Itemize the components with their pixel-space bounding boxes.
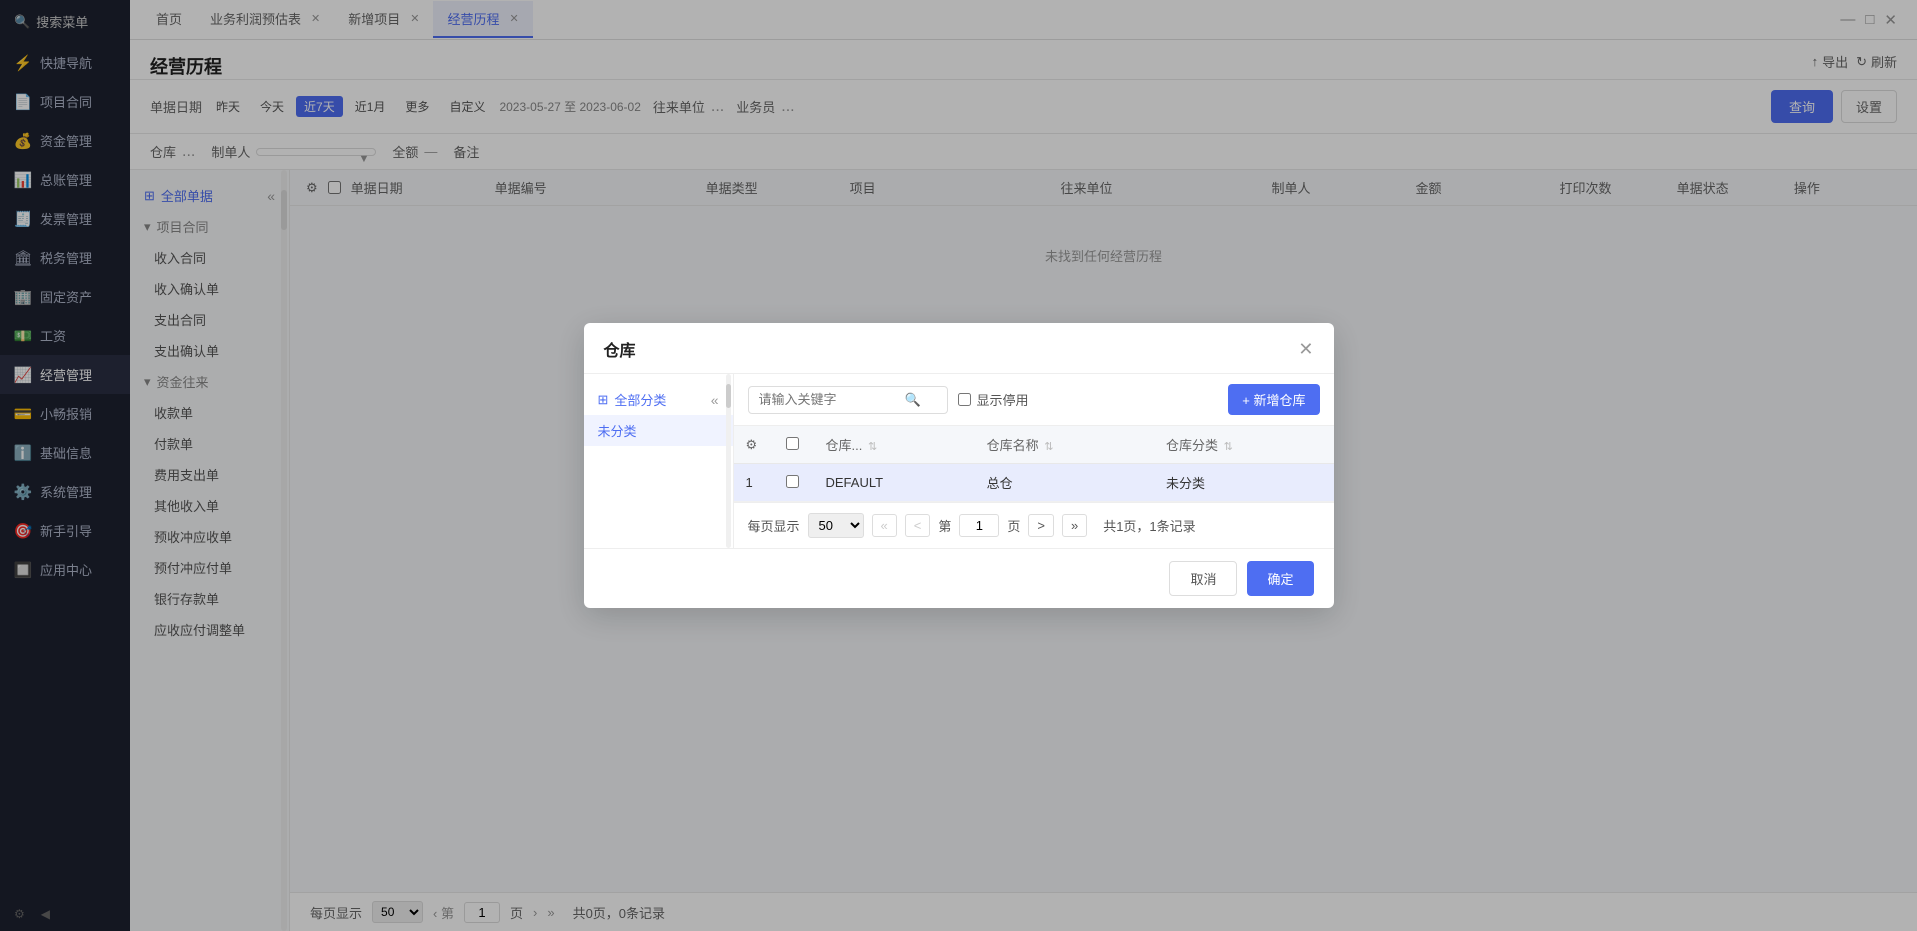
modal-table: ⚙ 仓库... ⇅ 仓库名称 — [734, 426, 1334, 502]
uncategorized-label: 未分类 — [598, 424, 637, 439]
modal-first-page-btn[interactable]: « — [872, 514, 897, 537]
col-warehouse-category[interactable]: 仓库分类 ⇅ — [1154, 426, 1333, 464]
modal-next-page-btn[interactable]: > — [1028, 514, 1054, 537]
modal-header: 仓库 ✕ — [584, 323, 1334, 374]
modal-total-info: 共1页，1条记录 — [1103, 516, 1195, 535]
modal-search-box: 🔍 — [748, 386, 948, 414]
modal-collapse-btn[interactable]: « — [711, 392, 719, 408]
gear-icon[interactable]: ⚙ — [746, 437, 758, 452]
all-category-label: 全部分类 — [614, 390, 666, 409]
row-checkbox — [774, 464, 814, 502]
modal-last-page-btn[interactable]: » — [1062, 514, 1087, 537]
add-warehouse-button[interactable]: + 新增仓库 — [1228, 384, 1319, 415]
col-warehouse-name[interactable]: 仓库名称 ⇅ — [975, 426, 1154, 464]
show-disabled-label: 显示停用 — [977, 390, 1029, 409]
col-settings-icon: ⚙ — [734, 426, 774, 464]
table-row[interactable]: 1 DEFAULT 总仓 — [734, 464, 1334, 502]
modal-prev-page-btn[interactable]: < — [905, 514, 931, 537]
row-code: DEFAULT — [814, 464, 975, 502]
sort-icon-name[interactable]: ⇅ — [1044, 441, 1053, 453]
col-warehouse-code[interactable]: 仓库... ⇅ — [814, 426, 975, 464]
warehouse-modal: 仓库 ✕ ⊞ 全部分类 « 未分类 — [584, 323, 1334, 608]
modal-uncategorized[interactable]: 未分类 — [584, 415, 733, 446]
cancel-button[interactable]: 取消 — [1169, 561, 1237, 596]
warehouse-name-label: 仓库名称 — [987, 438, 1039, 453]
modal-page-size[interactable]: 50 100 — [808, 513, 864, 538]
modal-category-panel: ⊞ 全部分类 « 未分类 — [584, 374, 734, 548]
warehouse-category-label: 仓库分类 — [1166, 438, 1218, 453]
row-name: 总仓 — [975, 464, 1154, 502]
modal-body: ⊞ 全部分类 « 未分类 🔍 — [584, 374, 1334, 548]
sort-icon-category[interactable]: ⇅ — [1224, 441, 1233, 453]
modal-page-label: 第 — [938, 516, 951, 535]
modal-close-button[interactable]: ✕ — [1298, 340, 1313, 358]
category-icon: ⊞ — [598, 392, 609, 408]
confirm-button[interactable]: 确定 — [1247, 561, 1313, 596]
row-select-checkbox[interactable] — [786, 475, 799, 488]
modal-pagination: 每页显示 50 100 « < 第 页 > » 共1页，1条记录 — [734, 502, 1334, 548]
modal-toolbar: 🔍 显示停用 + 新增仓库 — [734, 374, 1334, 426]
row-category: 未分类 — [1154, 464, 1333, 502]
modal-page-input[interactable] — [959, 514, 999, 537]
modal-footer: 取消 确定 — [584, 548, 1334, 608]
modal-page-unit: 页 — [1007, 516, 1020, 535]
col-checkbox-th — [774, 426, 814, 464]
modal-select-all[interactable] — [786, 437, 799, 450]
modal-overlay: 仓库 ✕ ⊞ 全部分类 « 未分类 — [0, 0, 1917, 931]
show-disabled-checkbox-group: 显示停用 — [958, 390, 1029, 409]
sort-icon-code[interactable]: ⇅ — [868, 441, 877, 453]
modal-per-page-label: 每页显示 — [748, 516, 800, 535]
modal-all-category[interactable]: ⊞ 全部分类 « — [584, 384, 733, 415]
modal-title: 仓库 — [604, 337, 636, 361]
show-disabled-checkbox[interactable] — [958, 393, 971, 406]
modal-search-input[interactable] — [759, 392, 899, 407]
warehouse-code-label: 仓库... — [826, 438, 863, 453]
row-settings: 1 — [734, 464, 774, 502]
modal-right-panel: 🔍 显示停用 + 新增仓库 ⚙ — [734, 374, 1334, 548]
search-icon2[interactable]: 🔍 — [905, 392, 921, 408]
